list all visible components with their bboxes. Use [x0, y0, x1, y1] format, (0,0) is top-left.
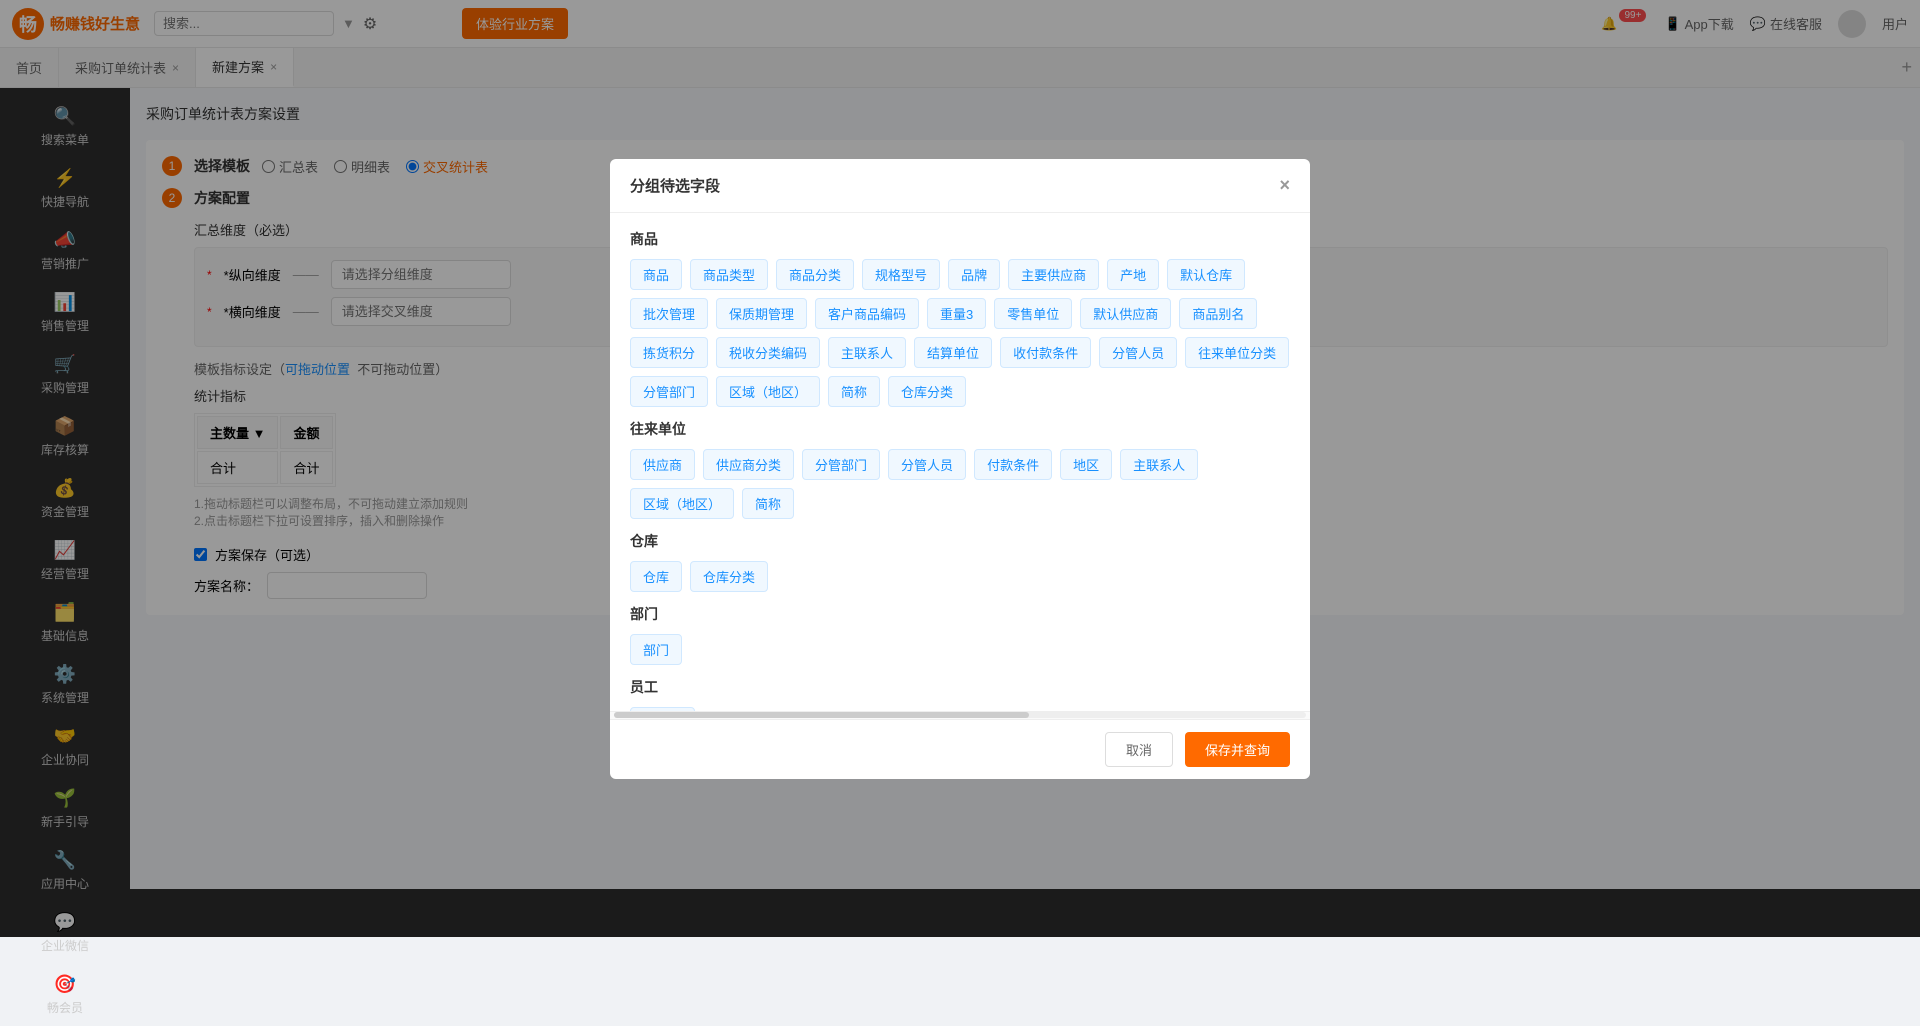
field-chip[interactable]: 区域（地区） — [630, 488, 734, 519]
field-chip[interactable]: 产地 — [1107, 259, 1159, 290]
field-grid-warehouse: 仓库 仓库分类 — [630, 561, 1290, 592]
field-chip[interactable]: 重量3 — [927, 298, 986, 329]
field-chip[interactable]: 仓库 — [630, 561, 682, 592]
field-chip[interactable]: 默认仓库 — [1167, 259, 1245, 290]
field-chip[interactable]: 主联系人 — [828, 337, 906, 368]
sidebar-item-label-member: 畅会员 — [47, 999, 83, 1016]
field-chip[interactable]: 零售单位 — [994, 298, 1072, 329]
field-chip[interactable]: 批次管理 — [630, 298, 708, 329]
field-chip[interactable]: 商品类型 — [690, 259, 768, 290]
field-chip[interactable]: 商品分类 — [776, 259, 854, 290]
field-chip[interactable]: 品牌 — [948, 259, 1000, 290]
dialog-header: 分组待选字段 × — [610, 159, 1310, 213]
sidebar-item-label-wechat: 企业微信 — [41, 937, 89, 954]
field-chip[interactable]: 拣货积分 — [630, 337, 708, 368]
field-chip[interactable]: 主要供应商 — [1008, 259, 1099, 290]
field-chip[interactable]: 分管部门 — [802, 449, 880, 480]
field-chip[interactable]: 主联系人 — [1120, 449, 1198, 480]
field-chip[interactable]: 简称 — [828, 376, 880, 407]
dialog-title: 分组待选字段 — [630, 175, 720, 196]
field-chip[interactable]: 付款条件 — [974, 449, 1052, 480]
field-chip[interactable]: 客户商品编码 — [815, 298, 919, 329]
field-chip[interactable]: 部门 — [630, 634, 682, 665]
member-icon: 🎯 — [54, 974, 76, 995]
section-title-department: 部门 — [630, 604, 1290, 624]
field-chip[interactable]: 供应商分类 — [703, 449, 794, 480]
field-chip[interactable]: 仓库分类 — [888, 376, 966, 407]
field-chip[interactable]: 分管部门 — [630, 376, 708, 407]
field-grid-counterpart: 供应商 供应商分类 分管部门 分管人员 付款条件 地区 主联系人 区域（地区） … — [630, 449, 1290, 519]
section-title-employee: 员工 — [630, 677, 1290, 697]
field-chip[interactable]: 商品 — [630, 259, 682, 290]
section-title-goods: 商品 — [630, 229, 1290, 249]
sidebar-item-member[interactable]: 🎯 畅会员 — [0, 964, 130, 1026]
field-chip[interactable]: 收付款条件 — [1000, 337, 1091, 368]
save-query-button[interactable]: 保存并查询 — [1185, 732, 1290, 767]
dialog-overlay: 分组待选字段 × 商品 商品 商品类型 商品分类 规格型号 品牌 主要供应商 产… — [0, 0, 1920, 937]
field-select-dialog: 分组待选字段 × 商品 商品 商品类型 商品分类 规格型号 品牌 主要供应商 产… — [610, 159, 1310, 779]
field-chip[interactable]: 税收分类编码 — [716, 337, 820, 368]
hscroll-thumb[interactable] — [614, 712, 1029, 718]
field-chip[interactable]: 往来单位分类 — [1185, 337, 1289, 368]
field-chip[interactable]: 分管人员 — [888, 449, 966, 480]
section-title-counterpart: 往来单位 — [630, 419, 1290, 439]
cancel-button[interactable]: 取消 — [1105, 732, 1173, 767]
field-chip[interactable]: 分管人员 — [1099, 337, 1177, 368]
field-chip[interactable]: 区域（地区） — [716, 376, 820, 407]
dialog-hscrollbar[interactable] — [610, 711, 1310, 719]
field-chip[interactable]: 默认供应商 — [1080, 298, 1171, 329]
dialog-body[interactable]: 商品 商品 商品类型 商品分类 规格型号 品牌 主要供应商 产地 默认仓库 批次… — [610, 213, 1310, 711]
field-chip[interactable]: 商品别名 — [1179, 298, 1257, 329]
section-title-warehouse: 仓库 — [630, 531, 1290, 551]
field-chip[interactable]: 结算单位 — [914, 337, 992, 368]
field-grid-department: 部门 — [630, 634, 1290, 665]
dialog-close-button[interactable]: × — [1279, 175, 1290, 196]
field-grid-goods: 商品 商品类型 商品分类 规格型号 品牌 主要供应商 产地 默认仓库 批次管理 … — [630, 259, 1290, 407]
field-chip[interactable]: 保质期管理 — [716, 298, 807, 329]
dialog-footer: 取消 保存并查询 — [610, 719, 1310, 779]
field-chip[interactable]: 地区 — [1060, 449, 1112, 480]
field-chip[interactable]: 仓库分类 — [690, 561, 768, 592]
field-chip[interactable]: 简称 — [742, 488, 794, 519]
field-chip[interactable]: 供应商 — [630, 449, 695, 480]
hscroll-track — [614, 712, 1306, 718]
field-chip[interactable]: 规格型号 — [862, 259, 940, 290]
